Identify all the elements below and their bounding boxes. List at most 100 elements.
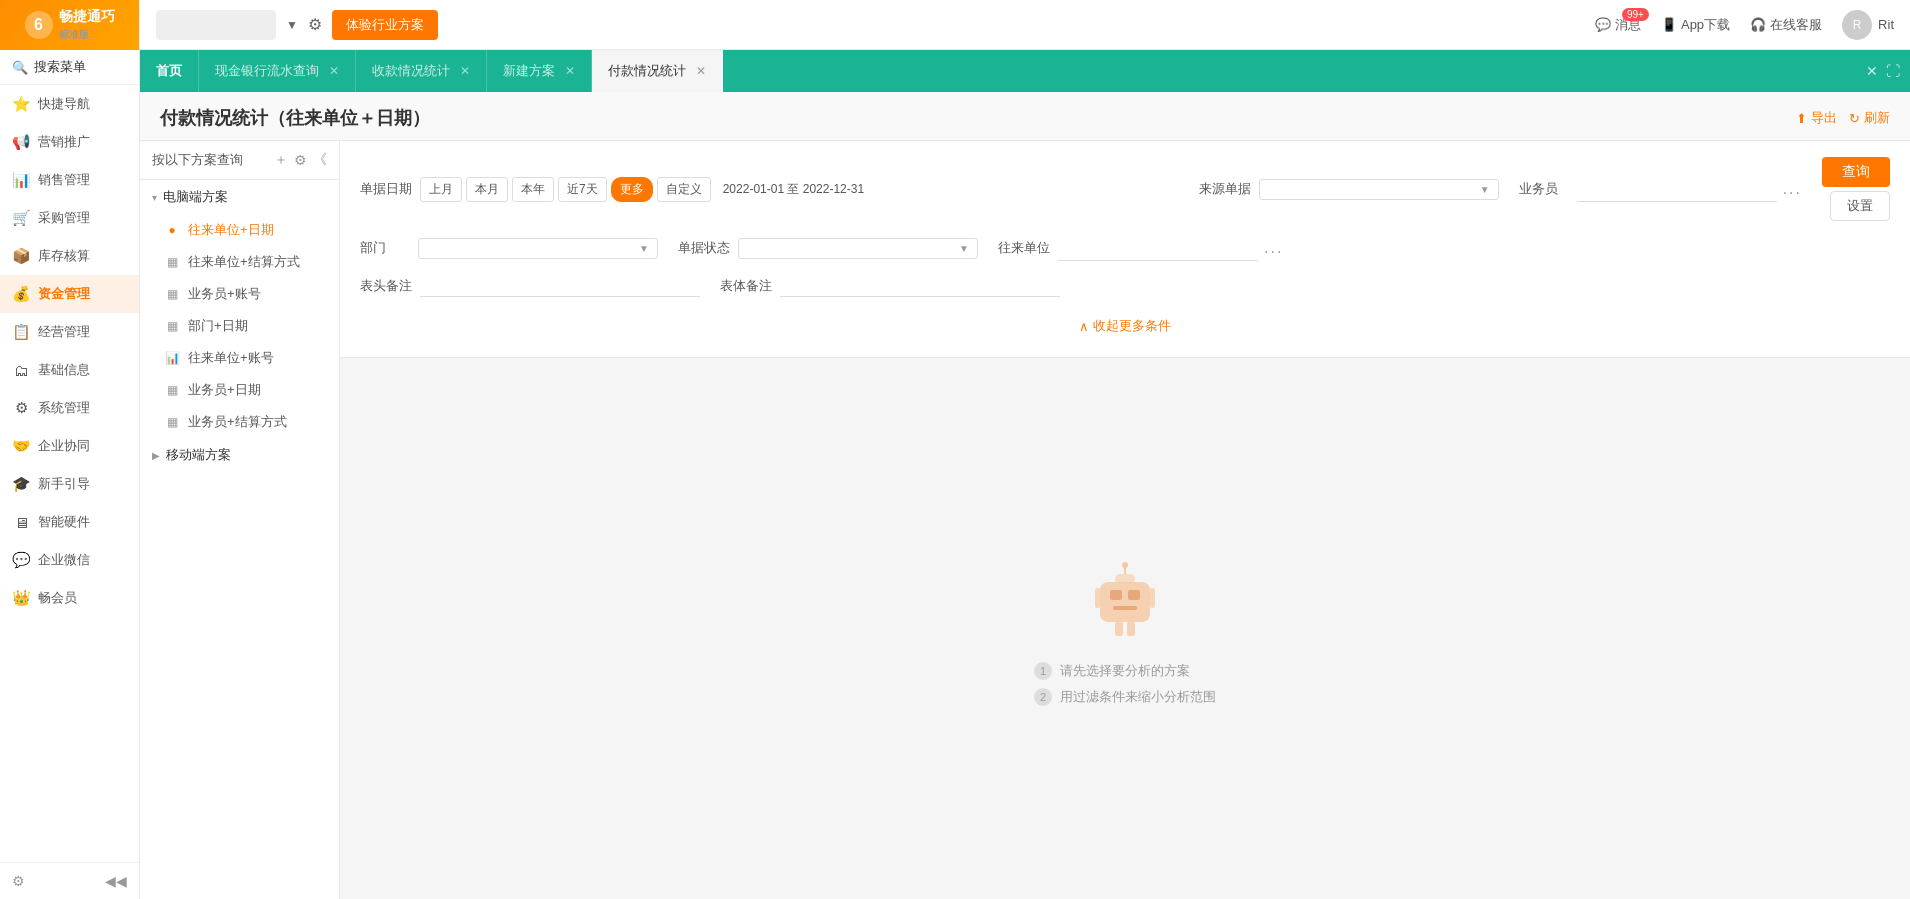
empty-tip-1: 1 请先选择要分析的方案 (1034, 662, 1216, 680)
query-btn[interactable]: 查询 (1822, 157, 1890, 187)
search-icon: 🔍 (12, 60, 28, 75)
tab-new-scheme-close[interactable]: ✕ (565, 64, 575, 78)
doc-status-select[interactable]: ▼ (738, 238, 978, 259)
sidebar: 6 畅捷通巧 标准版 🔍 搜索菜单 ⭐ 快捷导航 📢 营销推广 📊 销售管理 🛒… (0, 0, 140, 899)
sidebar-item-label: 智能硬件 (38, 513, 90, 531)
partner-dots-btn[interactable]: ... (1264, 239, 1283, 257)
date-field: 单据日期 上月 本月 本年 近7天 更多 自定义 2022-01-01 至 20… (360, 177, 864, 202)
pc-section-arrow: ▾ (152, 192, 157, 203)
source-select[interactable]: ▼ (1259, 179, 1499, 200)
scheme-item-salesman-account[interactable]: ▦ 业务员+账号 (140, 278, 339, 310)
collapse-btn[interactable]: ∧ 收起更多条件 (1067, 311, 1183, 341)
scheme-item-salesman-settle-icon: ▦ (164, 414, 180, 430)
scheme-settings-btn[interactable]: ⚙ (294, 152, 307, 168)
tab-payment-stats-close[interactable]: ✕ (696, 64, 706, 78)
refresh-btn[interactable]: ↻ 刷新 (1849, 109, 1890, 127)
partner-input-placeholder[interactable] (1058, 235, 1258, 261)
sidebar-item-label: 资金管理 (38, 285, 90, 303)
tab-receipt-stats[interactable]: 收款情况统计 ✕ (356, 50, 487, 92)
topbar-dropdown-btn[interactable]: ▼ (286, 18, 298, 32)
scheme-collapse-btn[interactable]: 《 (313, 151, 327, 169)
page-header: 付款情况统计（往来单位＋日期） ⬆ 导出 ↻ 刷新 (140, 92, 1910, 141)
operation-icon: 📋 (12, 323, 30, 341)
partner-label: 往来单位 (998, 239, 1050, 257)
dept-select-arrow: ▼ (639, 243, 649, 254)
scheme-panel-header-actions: ＋ ⚙ 《 (274, 151, 327, 169)
trial-btn[interactable]: 体验行业方案 (332, 10, 438, 40)
app-download-btn[interactable]: 📱 App下载 (1661, 16, 1730, 34)
sidebar-item-label: 快捷导航 (38, 95, 90, 113)
sidebar-item-inventory[interactable]: 📦 库存核算 (0, 237, 139, 275)
receipt-stats-tab-label: 收款情况统计 (372, 62, 450, 80)
basic-info-icon: 🗂 (12, 361, 30, 379)
tab-new-scheme[interactable]: 新建方案 ✕ (487, 50, 592, 92)
date-this-month-btn[interactable]: 本月 (466, 177, 508, 202)
sidebar-item-capital[interactable]: 💰 资金管理 (0, 275, 139, 313)
filter-row-2: 部门 ▼ 单据状态 ▼ (360, 235, 1890, 261)
tab-home[interactable]: 首页 (140, 50, 199, 92)
svg-rect-1 (1110, 590, 1122, 600)
tab-bank-flow-close[interactable]: ✕ (329, 64, 339, 78)
set-btn[interactable]: 设置 (1830, 191, 1890, 221)
sidebar-item-hardware[interactable]: 🖥 智能硬件 (0, 503, 139, 541)
export-btn[interactable]: ⬆ 导出 (1796, 109, 1837, 127)
tab-bank-flow[interactable]: 现金银行流水查询 ✕ (199, 50, 356, 92)
partner-input-area: ... (1058, 235, 1283, 261)
salesman-input-placeholder[interactable] (1577, 176, 1777, 202)
scheme-item-partner-date[interactable]: ● 往来单位+日期 (140, 214, 339, 246)
mobile-section-header[interactable]: ▶ 移动端方案 (140, 438, 339, 472)
sidebar-item-basic-info[interactable]: 🗂 基础信息 (0, 351, 139, 389)
header-note-label: 表头备注 (360, 277, 412, 295)
scheme-item-partner-date-icon: ● (164, 222, 180, 238)
scheme-item-partner-settle[interactable]: ▦ 往来单位+结算方式 (140, 246, 339, 278)
doc-status-field: 单据状态 ▼ (678, 238, 978, 259)
scheme-item-salesman-account-label: 业务员+账号 (188, 285, 261, 303)
fullscreen-btn[interactable]: ⛶ (1886, 63, 1900, 79)
pc-section-header[interactable]: ▾ 电脑端方案 (140, 180, 339, 214)
sidebar-item-guide[interactable]: 🎓 新手引导 (0, 465, 139, 503)
date-more-btn[interactable]: 更多 (611, 177, 653, 202)
salesman-dots-btn[interactable]: ... (1783, 180, 1802, 198)
data-area: 1 请先选择要分析的方案 2 用过滤条件来缩小分析范围 (340, 358, 1910, 899)
message-btn[interactable]: 💬 消息 99+ (1595, 16, 1641, 34)
tab-payment-stats[interactable]: 付款情况统计 ✕ (592, 50, 723, 92)
scheme-add-btn[interactable]: ＋ (274, 151, 288, 169)
header-note-input[interactable] (420, 275, 700, 297)
sidebar-item-wechat[interactable]: 💬 企业微信 (0, 541, 139, 579)
sidebar-settings-btn[interactable]: ⚙ (12, 873, 25, 889)
dept-select[interactable]: ▼ (418, 238, 658, 259)
sidebar-item-member[interactable]: 👑 畅会员 (0, 579, 139, 617)
sidebar-nav: ⭐ 快捷导航 📢 营销推广 📊 销售管理 🛒 采购管理 📦 库存核算 💰 资金管… (0, 85, 139, 862)
topbar-gear-btn[interactable]: ⚙ (308, 15, 322, 34)
collapse-area: ∧ 收起更多条件 (360, 311, 1890, 341)
sidebar-item-quick-nav[interactable]: ⭐ 快捷导航 (0, 85, 139, 123)
close-all-tabs-btn[interactable]: ✕ (1866, 63, 1878, 79)
sidebar-item-enterprise[interactable]: 🤝 企业协同 (0, 427, 139, 465)
scheme-item-salesman-date[interactable]: ▦ 业务员+日期 (140, 374, 339, 406)
svg-rect-4 (1095, 588, 1100, 608)
date-last-7-btn[interactable]: 近7天 (558, 177, 607, 202)
sidebar-item-system[interactable]: ⚙ 系统管理 (0, 389, 139, 427)
sidebar-item-purchase[interactable]: 🛒 采购管理 (0, 199, 139, 237)
body-note-input[interactable] (780, 275, 1060, 297)
scheme-item-partner-date-label: 往来单位+日期 (188, 221, 274, 239)
sidebar-collapse-btn[interactable]: ◀◀ (105, 873, 127, 889)
refresh-label: 刷新 (1864, 109, 1890, 127)
search-menu[interactable]: 🔍 搜索菜单 (0, 50, 139, 85)
scheme-item-partner-account[interactable]: 📊 往来单位+账号 (140, 342, 339, 374)
tab-receipt-stats-close[interactable]: ✕ (460, 64, 470, 78)
wechat-icon: 💬 (12, 551, 30, 569)
scheme-item-dept-date[interactable]: ▦ 部门+日期 (140, 310, 339, 342)
page-header-actions: ⬆ 导出 ↻ 刷新 (1796, 109, 1890, 127)
date-last-month-btn[interactable]: 上月 (420, 177, 462, 202)
sidebar-item-operation[interactable]: 📋 经营管理 (0, 313, 139, 351)
main-area: ▼ ⚙ 体验行业方案 💬 消息 99+ 📱 App下载 🎧 在线客服 R Rit (140, 0, 1910, 899)
online-service-btn[interactable]: 🎧 在线客服 (1750, 16, 1822, 34)
sidebar-item-marketing[interactable]: 📢 营销推广 (0, 123, 139, 161)
sidebar-item-label: 采购管理 (38, 209, 90, 227)
sidebar-item-sales[interactable]: 📊 销售管理 (0, 161, 139, 199)
marketing-icon: 📢 (12, 133, 30, 151)
date-this-year-btn[interactable]: 本年 (512, 177, 554, 202)
scheme-item-salesman-settle[interactable]: ▦ 业务员+结算方式 (140, 406, 339, 438)
date-custom-btn[interactable]: 自定义 (657, 177, 711, 202)
